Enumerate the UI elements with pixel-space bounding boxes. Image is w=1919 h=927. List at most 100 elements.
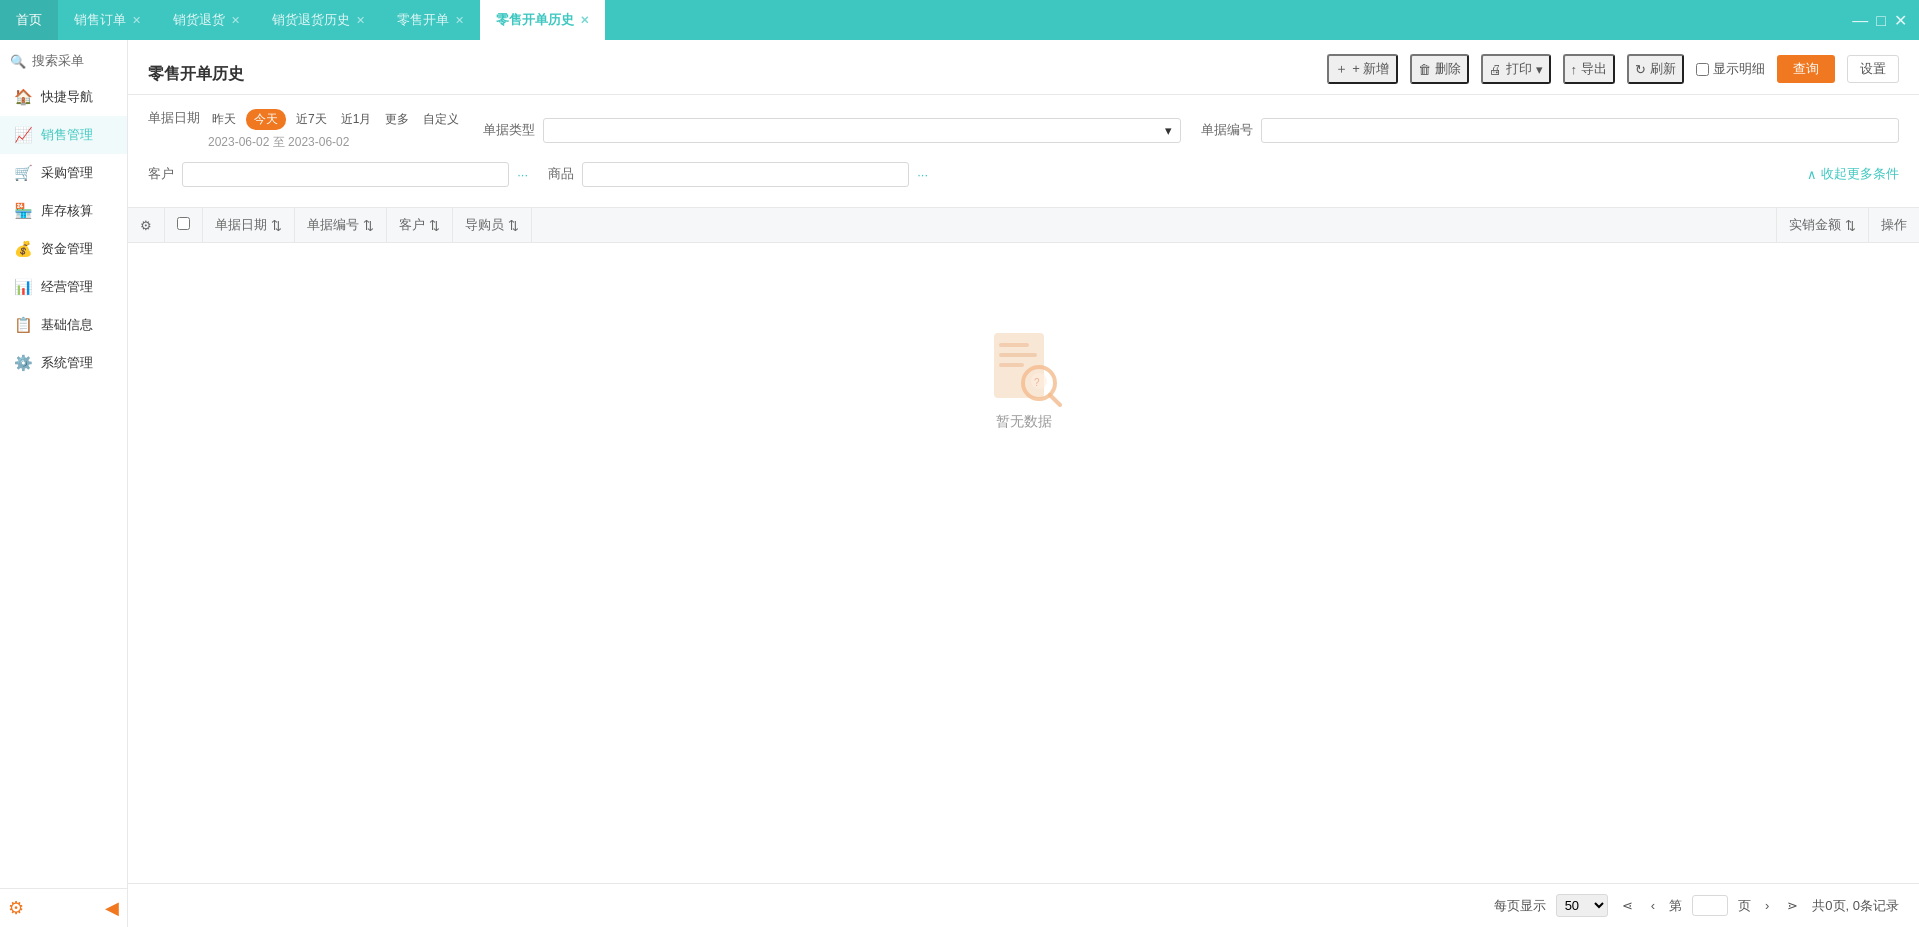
query-button[interactable]: 查询 [1777, 55, 1835, 83]
maximize-icon[interactable]: □ [1876, 11, 1886, 29]
first-page-btn[interactable]: ⋖ [1618, 896, 1637, 915]
tab-sales-return-history[interactable]: 销货退货历史 ✕ [256, 0, 381, 40]
sidebar-item-system[interactable]: ⚙️ 系统管理 [0, 344, 127, 382]
sales-icon: 📈 [14, 126, 33, 144]
filter-row-1: 单据日期 昨天 今天 近7天 近1月 更多 自定义 2023-06-02 至 2… [148, 109, 1899, 151]
sidebar-search[interactable]: 🔍 搜索采单 [0, 40, 127, 78]
total-records: 共0页, 0条记录 [1812, 897, 1899, 915]
date-range-text: 2023-06-02 至 2023-06-02 [208, 134, 463, 151]
purchase-icon: 🛒 [14, 164, 33, 182]
toolbar: ＋ + 新增 🗑 删除 🖨 打印 ▾ ↑ 导出 ↻ [1327, 54, 1899, 94]
display-detail-checkbox[interactable] [1696, 63, 1709, 76]
table-header: ⚙ 单据日期 ⇅ 单据编号 [128, 208, 1919, 243]
customer-select-icon[interactable]: ··· [517, 167, 528, 182]
sort-number[interactable]: 单据编号 ⇅ [307, 216, 374, 234]
date-btn-last7[interactable]: 近7天 [292, 109, 331, 130]
sort-date[interactable]: 单据日期 ⇅ [215, 216, 282, 234]
date-btn-last-month[interactable]: 近1月 [337, 109, 376, 130]
sidebar-item-purchase[interactable]: 🛒 采购管理 [0, 154, 127, 192]
collapse-button[interactable]: ∧ 收起更多条件 [1807, 161, 1899, 187]
sort-icon: ⇅ [508, 218, 519, 233]
sort-icon: ⇅ [363, 218, 374, 233]
top-nav-tabs: 首页 销售订单 ✕ 销货退货 ✕ 销货退货历史 ✕ 零售开单 ✕ 零售开单历史 … [0, 0, 605, 40]
doc-type-label: 单据类型 [483, 121, 535, 139]
date-options-wrapper: 昨天 今天 近7天 近1月 更多 自定义 2023-06-02 至 2023-0… [208, 109, 463, 151]
date-btn-today[interactable]: 今天 [246, 109, 286, 130]
date-btn-yesterday[interactable]: 昨天 [208, 109, 240, 130]
last-page-btn[interactable]: ⋗ [1783, 896, 1802, 915]
print-button[interactable]: 🖨 打印 ▾ [1481, 54, 1551, 84]
pagination-bar: 每页显示 50 10 20 100 ⋖ ‹ 第 1 页 › ⋗ 共0页, 0条记… [128, 883, 1919, 927]
product-input[interactable] [582, 162, 909, 187]
th-guide: 导购员 ⇅ [453, 208, 532, 243]
doc-number-label: 单据编号 [1201, 121, 1253, 139]
collapse-icon[interactable]: ◀ [105, 897, 119, 919]
svg-rect-2 [999, 353, 1037, 357]
prev-page-btn[interactable]: ‹ [1647, 896, 1659, 915]
close-icon[interactable]: ✕ [580, 14, 589, 27]
column-settings-icon[interactable]: ⚙ [140, 218, 152, 233]
top-nav-bar: 首页 销售订单 ✕ 销货退货 ✕ 销货退货历史 ✕ 零售开单 ✕ 零售开单历史 … [0, 0, 1919, 40]
delete-icon: 🗑 [1418, 62, 1431, 77]
empty-row: ? 暂无数据 [128, 243, 1919, 512]
tab-retail-open[interactable]: 零售开单 ✕ [381, 0, 480, 40]
sort-guide[interactable]: 导购员 ⇅ [465, 216, 519, 234]
page-label: 页 [1738, 897, 1751, 915]
page-label-pre: 第 [1669, 897, 1682, 915]
display-detail-checkbox-wrapper[interactable]: 显示明细 [1696, 60, 1765, 78]
doc-number-input[interactable] [1261, 118, 1899, 143]
minimize-icon[interactable]: — [1852, 11, 1868, 29]
tab-sales-return[interactable]: 销货退货 ✕ [157, 0, 256, 40]
date-btn-custom[interactable]: 自定义 [419, 109, 463, 130]
per-page-select[interactable]: 50 10 20 100 [1556, 894, 1608, 917]
empty-state: ? 暂无数据 [128, 243, 1919, 511]
date-btn-more[interactable]: 更多 [381, 109, 413, 130]
add-icon: ＋ [1335, 60, 1348, 78]
close-icon[interactable]: ✕ [356, 14, 365, 27]
page-header: 零售开单历史 ＋ + 新增 🗑 删除 🖨 打印 ▾ ↑ 导出 [128, 40, 1919, 95]
empty-cell: ? 暂无数据 [128, 243, 1919, 512]
sidebar: 🔍 搜索采单 🏠 快捷导航 📈 销售管理 🛒 采购管理 🏪 库存核算 💰 资金管… [0, 40, 128, 927]
sidebar-item-basic-info[interactable]: 📋 基础信息 [0, 306, 127, 344]
sidebar-item-sales[interactable]: 📈 销售管理 [0, 116, 127, 154]
close-icon[interactable]: ✕ [455, 14, 464, 27]
th-spacer [532, 208, 1777, 243]
chevron-up-icon: ∧ [1807, 167, 1817, 182]
system-icon: ⚙️ [14, 354, 33, 372]
print-dropdown-icon: ▾ [1536, 62, 1543, 77]
delete-button[interactable]: 🗑 删除 [1410, 54, 1469, 84]
empty-text: 暂无数据 [996, 413, 1052, 431]
close-icon[interactable]: ✕ [231, 14, 240, 27]
sort-customer[interactable]: 客户 ⇅ [399, 216, 440, 234]
tab-home[interactable]: 首页 [0, 0, 58, 40]
tab-retail-open-history[interactable]: 零售开单历史 ✕ [480, 0, 605, 40]
product-select-icon[interactable]: ··· [917, 167, 928, 182]
doc-type-select[interactable]: ▾ [543, 118, 1181, 143]
customer-label: 客户 [148, 165, 174, 183]
sidebar-item-inventory[interactable]: 🏪 库存核算 [0, 192, 127, 230]
window-controls: — □ ✕ [1852, 11, 1907, 30]
window-close-icon[interactable]: ✕ [1894, 11, 1907, 30]
close-icon[interactable]: ✕ [132, 14, 141, 27]
sidebar-item-operations[interactable]: 📊 经营管理 [0, 268, 127, 306]
refresh-button[interactable]: ↻ 刷新 [1627, 54, 1684, 84]
select-all-checkbox[interactable] [177, 217, 190, 230]
settings-bottom-icon[interactable]: ⚙ [8, 897, 24, 919]
add-button[interactable]: ＋ + 新增 [1327, 54, 1397, 84]
customer-input[interactable] [182, 162, 509, 187]
sidebar-item-quick-nav[interactable]: 🏠 快捷导航 [0, 78, 127, 116]
sidebar-bottom: ⚙ ◀ [0, 888, 127, 927]
filter-panel: 单据日期 昨天 今天 近7天 近1月 更多 自定义 2023-06-02 至 2… [128, 95, 1919, 208]
export-button[interactable]: ↑ 导出 [1563, 54, 1616, 84]
sidebar-item-finance[interactable]: 💰 资金管理 [0, 230, 127, 268]
filter-row-2: 客户 ··· 商品 ··· ∧ 收起更多条件 [148, 161, 1899, 187]
svg-text:?: ? [1034, 377, 1040, 388]
settings-button[interactable]: 设置 [1847, 55, 1899, 83]
product-filter: 商品 ··· [548, 162, 928, 187]
page-number-input[interactable]: 1 [1692, 895, 1728, 916]
tab-sales-order[interactable]: 销售订单 ✕ [58, 0, 157, 40]
sort-actual-amount[interactable]: 实销金额 ⇅ [1789, 216, 1856, 234]
th-actual-amount: 实销金额 ⇅ [1777, 208, 1869, 243]
th-date: 单据日期 ⇅ [203, 208, 295, 243]
next-page-btn[interactable]: › [1761, 896, 1773, 915]
